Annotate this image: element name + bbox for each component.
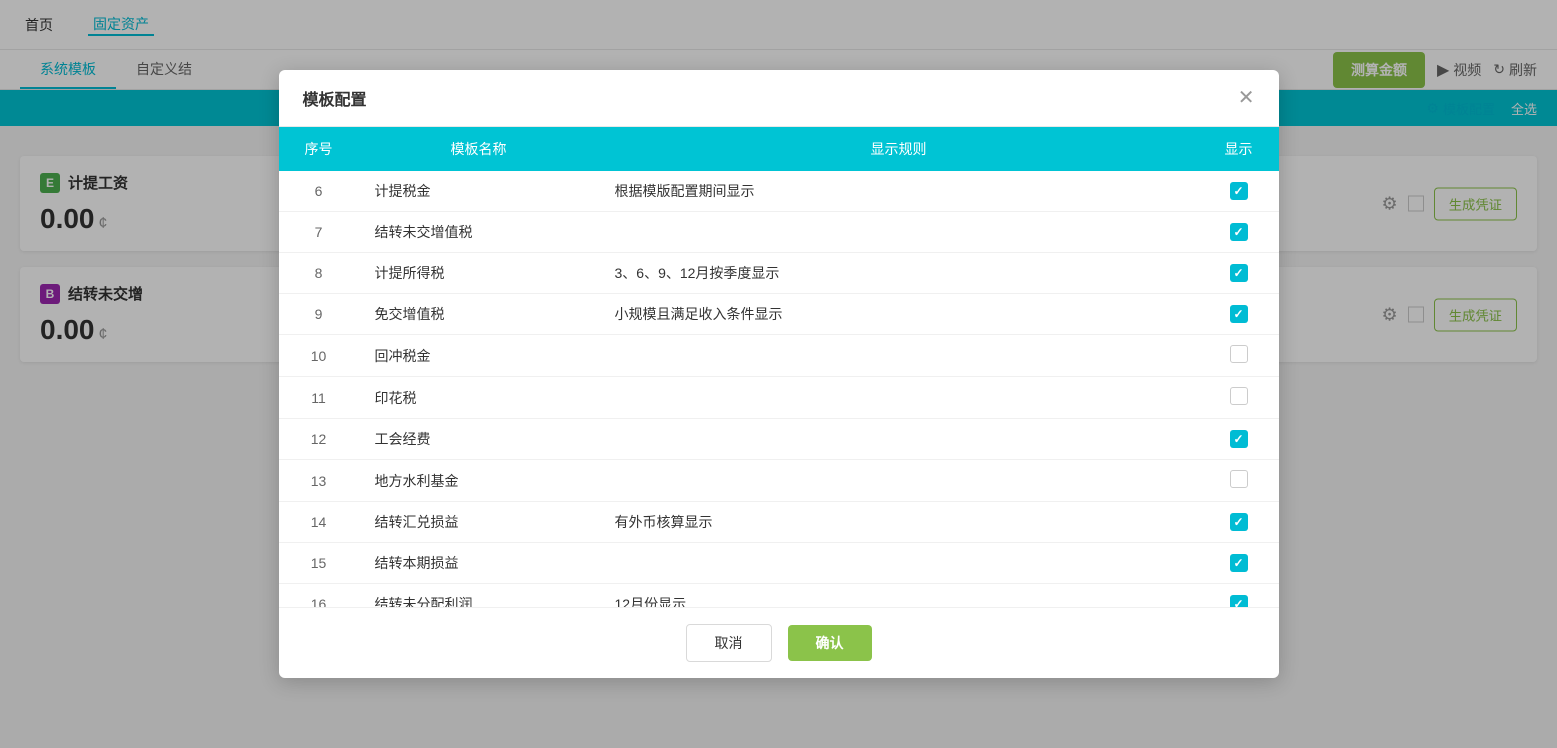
row-8-rule: 有外币核算显示 (599, 502, 1199, 543)
col-serial: 序号 (279, 127, 359, 171)
table-row: 7结转未交增值税 (279, 212, 1279, 253)
col-rule: 显示规则 (599, 127, 1199, 171)
row-10-display (1199, 584, 1279, 608)
row-10-name: 结转未分配利润 (359, 584, 599, 608)
row-2-name: 计提所得税 (359, 253, 599, 294)
table-row: 13地方水利基金 (279, 460, 1279, 502)
row-9-name: 结转本期损益 (359, 543, 599, 584)
row-5-checkbox[interactable] (1230, 387, 1248, 405)
row-2-checkbox[interactable] (1230, 264, 1248, 282)
row-6-rule (599, 419, 1199, 460)
row-5-rule (599, 377, 1199, 419)
row-4-display (1199, 335, 1279, 377)
table-row: 9免交增值税小规模且满足收入条件显示 (279, 294, 1279, 335)
table-row: 12工会经费 (279, 419, 1279, 460)
row-3-name: 免交增值税 (359, 294, 599, 335)
row-1-display (1199, 212, 1279, 253)
row-1-checkbox[interactable] (1230, 223, 1248, 241)
modal-body: 序号 模板名称 显示规则 显示 6计提税金根据模版配置期间显示7结转未交增值税8… (279, 127, 1279, 607)
row-7-checkbox[interactable] (1230, 470, 1248, 488)
col-name: 模板名称 (359, 127, 599, 171)
table-row: 16结转未分配利润12月份显示 (279, 584, 1279, 608)
row-1-rule (599, 212, 1199, 253)
table-row: 10回冲税金 (279, 335, 1279, 377)
row-3-serial: 9 (279, 294, 359, 335)
modal-footer: 取消 确认 (279, 607, 1279, 678)
row-3-display (1199, 294, 1279, 335)
table-row: 11印花税 (279, 377, 1279, 419)
row-0-display (1199, 171, 1279, 212)
row-9-checkbox[interactable] (1230, 554, 1248, 572)
row-10-serial: 16 (279, 584, 359, 608)
row-4-serial: 10 (279, 335, 359, 377)
row-6-name: 工会经费 (359, 419, 599, 460)
template-config-modal: 模板配置 ✕ 序号 模板名称 显示规则 显示 6计提税金根据模版配置期间显 (279, 70, 1279, 678)
row-8-name: 结转汇兑损益 (359, 502, 599, 543)
row-4-name: 回冲税金 (359, 335, 599, 377)
row-0-name: 计提税金 (359, 171, 599, 212)
row-1-serial: 7 (279, 212, 359, 253)
row-5-name: 印花税 (359, 377, 599, 419)
table-row: 14结转汇兑损益有外币核算显示 (279, 502, 1279, 543)
row-8-checkbox[interactable] (1230, 513, 1248, 531)
row-9-serial: 15 (279, 543, 359, 584)
row-8-display (1199, 502, 1279, 543)
table-row: 8计提所得税3、6、9、12月按季度显示 (279, 253, 1279, 294)
row-5-serial: 11 (279, 377, 359, 419)
row-2-serial: 8 (279, 253, 359, 294)
row-0-serial: 6 (279, 171, 359, 212)
row-2-display (1199, 253, 1279, 294)
row-0-checkbox[interactable] (1230, 182, 1248, 200)
table-row: 6计提税金根据模版配置期间显示 (279, 171, 1279, 212)
table-row: 15结转本期损益 (279, 543, 1279, 584)
row-6-serial: 12 (279, 419, 359, 460)
row-7-serial: 13 (279, 460, 359, 502)
confirm-button[interactable]: 确认 (788, 625, 872, 661)
row-4-checkbox[interactable] (1230, 345, 1248, 363)
row-5-display (1199, 377, 1279, 419)
modal-overlay: 模板配置 ✕ 序号 模板名称 显示规则 显示 6计提税金根据模版配置期间显 (0, 0, 1557, 748)
row-0-rule: 根据模版配置期间显示 (599, 171, 1199, 212)
row-6-display (1199, 419, 1279, 460)
row-1-name: 结转未交增值税 (359, 212, 599, 253)
cancel-button[interactable]: 取消 (686, 624, 772, 662)
row-7-name: 地方水利基金 (359, 460, 599, 502)
row-4-rule (599, 335, 1199, 377)
modal-title: 模板配置 (303, 86, 367, 110)
row-9-display (1199, 543, 1279, 584)
config-table: 序号 模板名称 显示规则 显示 6计提税金根据模版配置期间显示7结转未交增值税8… (279, 127, 1279, 607)
row-9-rule (599, 543, 1199, 584)
row-7-display (1199, 460, 1279, 502)
row-3-checkbox[interactable] (1230, 305, 1248, 323)
table-header-row: 序号 模板名称 显示规则 显示 (279, 127, 1279, 171)
row-3-rule: 小规模且满足收入条件显示 (599, 294, 1199, 335)
row-8-serial: 14 (279, 502, 359, 543)
col-display: 显示 (1199, 127, 1279, 171)
modal-header: 模板配置 ✕ (279, 70, 1279, 127)
row-6-checkbox[interactable] (1230, 430, 1248, 448)
row-10-checkbox[interactable] (1230, 595, 1248, 607)
row-10-rule: 12月份显示 (599, 584, 1199, 608)
modal-close-button[interactable]: ✕ (1238, 88, 1255, 108)
row-2-rule: 3、6、9、12月按季度显示 (599, 253, 1199, 294)
table-scroll-area[interactable]: 序号 模板名称 显示规则 显示 6计提税金根据模版配置期间显示7结转未交增值税8… (279, 127, 1279, 607)
row-7-rule (599, 460, 1199, 502)
